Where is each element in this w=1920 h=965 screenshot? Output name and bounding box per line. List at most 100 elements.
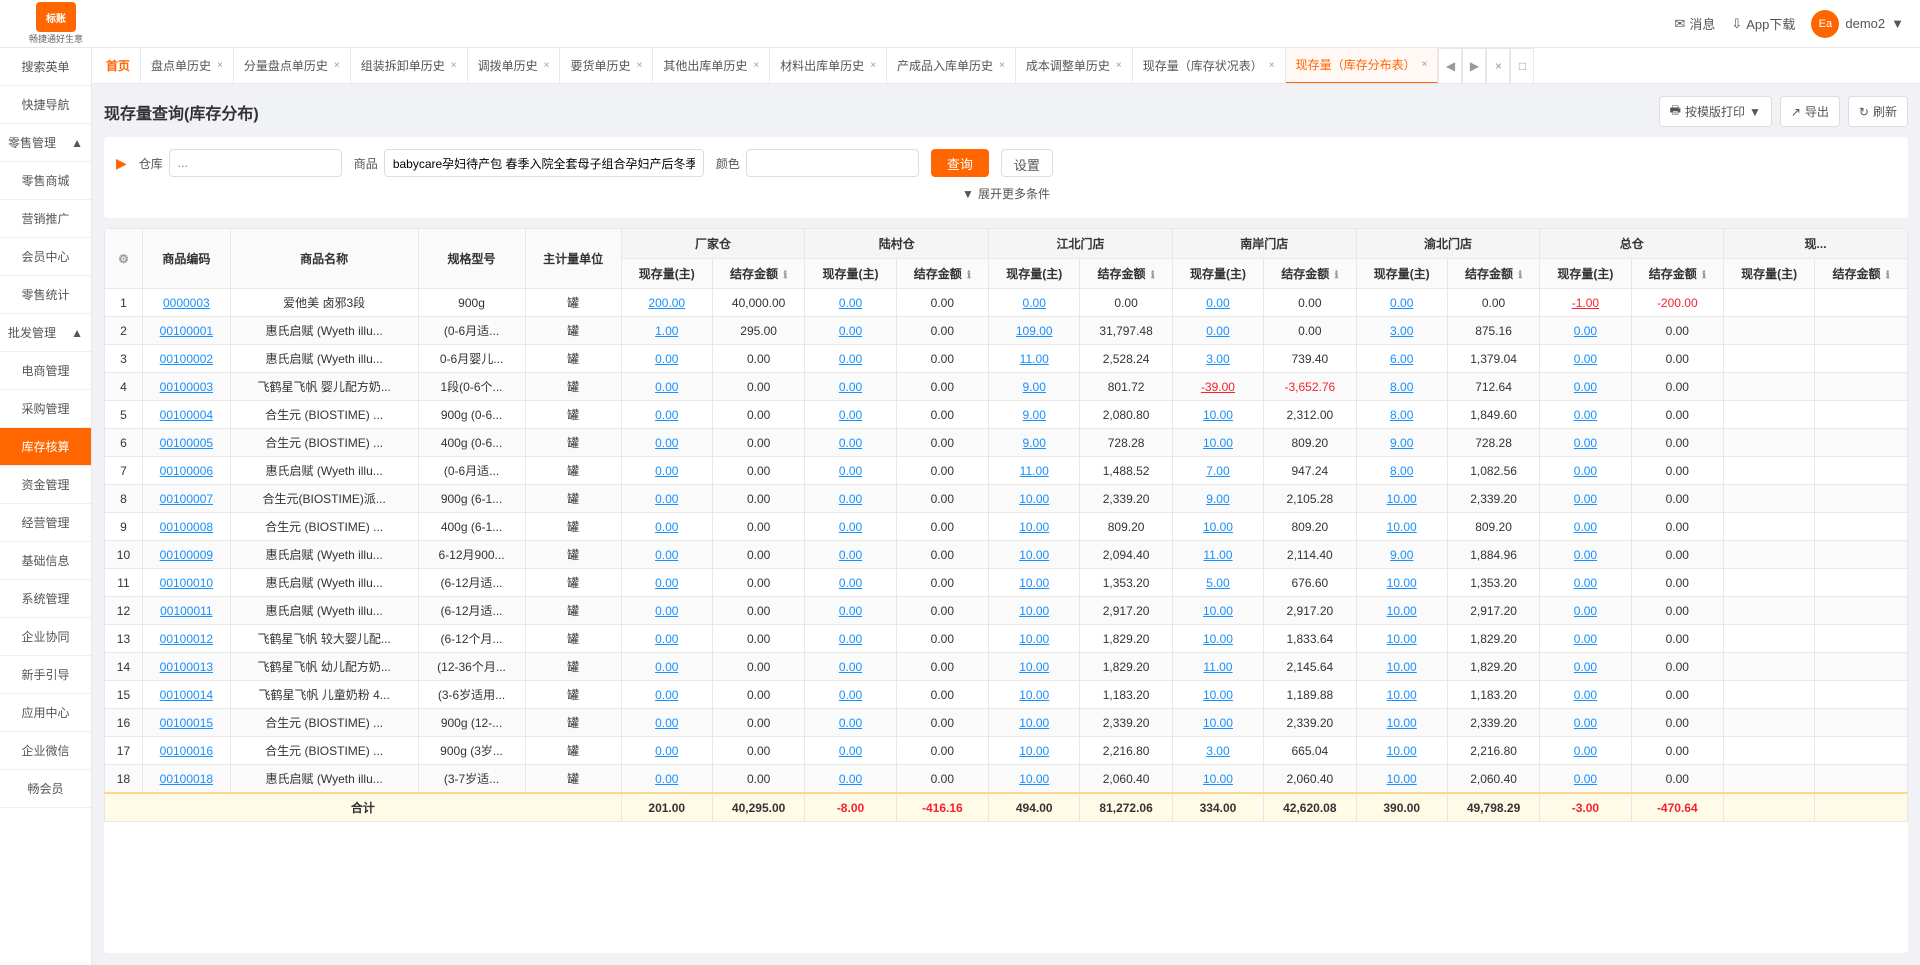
cell-jb-qty[interactable]: 10.00 — [989, 765, 1080, 794]
close-icon3[interactable]: × — [451, 60, 457, 71]
settings-icon[interactable]: ⚙ — [118, 252, 129, 266]
cell-jb-qty[interactable]: 10.00 — [989, 737, 1080, 765]
cell-code[interactable]: 00100015 — [142, 709, 230, 737]
cell-jb-qty[interactable]: 9.00 — [989, 373, 1080, 401]
sidebar-item-appcenter[interactable]: 应用中心 — [0, 694, 91, 732]
cell-total-qty[interactable]: 0.00 — [1540, 765, 1631, 794]
cell-jb-qty[interactable]: 10.00 — [989, 625, 1080, 653]
sidebar-item-basics[interactable]: 基础信息 — [0, 542, 91, 580]
cell-code[interactable]: 00100006 — [142, 457, 230, 485]
cell-yb-qty[interactable]: 8.00 — [1356, 457, 1447, 485]
cell-yb-qty[interactable]: 10.00 — [1356, 625, 1447, 653]
cell-l-qty[interactable]: 0.00 — [805, 373, 896, 401]
cell-total-qty[interactable]: 0.00 — [1540, 597, 1631, 625]
tab-prev-btn[interactable]: ◀ — [1438, 48, 1462, 84]
cell-total-qty[interactable]: 0.00 — [1540, 485, 1631, 513]
cell-yb-qty[interactable]: 10.00 — [1356, 513, 1447, 541]
cell-na-qty[interactable]: 10.00 — [1172, 401, 1263, 429]
color-input[interactable] — [746, 149, 919, 177]
cell-l-qty[interactable]: 0.00 — [805, 401, 896, 429]
cell-total-qty[interactable]: 0.00 — [1540, 737, 1631, 765]
cell-yb-qty[interactable]: 10.00 — [1356, 485, 1447, 513]
cell-yb-qty[interactable]: 10.00 — [1356, 737, 1447, 765]
cell-na-qty[interactable]: -39.00 — [1172, 373, 1263, 401]
cell-na-qty[interactable]: 10.00 — [1172, 709, 1263, 737]
cell-total-qty[interactable]: 0.00 — [1540, 317, 1631, 345]
cell-f-qty[interactable]: 0.00 — [621, 541, 712, 569]
cell-l-qty[interactable]: 0.00 — [805, 485, 896, 513]
tab-expand-btn[interactable]: □ — [1510, 48, 1534, 84]
print-btn[interactable]: 🖶 按模版打印 ▼ — [1659, 96, 1772, 127]
cell-total-qty[interactable]: 0.00 — [1540, 709, 1631, 737]
cell-jb-qty[interactable]: 10.00 — [989, 709, 1080, 737]
sidebar-item-member2[interactable]: 畅会员 — [0, 770, 91, 808]
cell-yb-qty[interactable]: 3.00 — [1356, 317, 1447, 345]
sidebar-item-operations[interactable]: 经营管理 — [0, 504, 91, 542]
cell-code[interactable]: 00100007 — [142, 485, 230, 513]
cell-yb-qty[interactable]: 8.00 — [1356, 373, 1447, 401]
cell-code[interactable]: 00100002 — [142, 345, 230, 373]
cell-na-qty[interactable]: 10.00 — [1172, 429, 1263, 457]
cell-f-qty[interactable]: 0.00 — [621, 653, 712, 681]
cell-total-qty[interactable]: 0.00 — [1540, 569, 1631, 597]
cell-l-qty[interactable]: 0.00 — [805, 429, 896, 457]
tab-assembly[interactable]: 组装拆卸单历史 × — [351, 48, 468, 84]
cell-code[interactable]: 00100018 — [142, 765, 230, 794]
cell-code[interactable]: 00100008 — [142, 513, 230, 541]
sidebar-item-retail[interactable]: 零售管理 ▲ — [0, 124, 91, 162]
cell-l-qty[interactable]: 0.00 — [805, 569, 896, 597]
cell-total-qty[interactable]: 0.00 — [1540, 401, 1631, 429]
cell-na-qty[interactable]: 3.00 — [1172, 737, 1263, 765]
cell-code[interactable]: 00100009 — [142, 541, 230, 569]
cell-code[interactable]: 00100013 — [142, 653, 230, 681]
tab-partial-check[interactable]: 分量盘点单历史 × — [234, 48, 351, 84]
cell-l-qty[interactable]: 0.00 — [805, 625, 896, 653]
cell-yb-qty[interactable]: 10.00 — [1356, 597, 1447, 625]
tab-material[interactable]: 材料出库单历史 × — [770, 48, 887, 84]
cell-l-qty[interactable]: 0.00 — [805, 709, 896, 737]
cell-l-qty[interactable]: 0.00 — [805, 765, 896, 794]
close-icon6[interactable]: × — [753, 60, 759, 71]
tab-inventory-check[interactable]: 盘点单历史 × — [141, 48, 234, 84]
cell-na-qty[interactable]: 9.00 — [1172, 485, 1263, 513]
cell-na-qty[interactable]: 11.00 — [1172, 653, 1263, 681]
cell-total-qty[interactable]: 0.00 — [1540, 345, 1631, 373]
cell-total-qty[interactable]: 0.00 — [1540, 373, 1631, 401]
sidebar-item-ecommerce[interactable]: 电商管理 — [0, 352, 91, 390]
cell-yb-qty[interactable]: 0.00 — [1356, 289, 1447, 317]
cell-jb-qty[interactable]: 9.00 — [989, 401, 1080, 429]
cell-na-qty[interactable]: 10.00 — [1172, 625, 1263, 653]
goods-input[interactable] — [384, 149, 704, 177]
cell-f-qty[interactable]: 0.00 — [621, 709, 712, 737]
cell-na-qty[interactable]: 0.00 — [1172, 289, 1263, 317]
tab-home[interactable]: 首页 — [96, 48, 141, 84]
cell-l-qty[interactable]: 0.00 — [805, 681, 896, 709]
cell-total-qty[interactable]: 0.00 — [1540, 681, 1631, 709]
cell-l-qty[interactable]: 0.00 — [805, 737, 896, 765]
cell-l-qty[interactable]: 0.00 — [805, 317, 896, 345]
cell-code[interactable]: 00100001 — [142, 317, 230, 345]
cell-f-qty[interactable]: 0.00 — [621, 429, 712, 457]
cell-total-qty[interactable]: 0.00 — [1540, 429, 1631, 457]
cell-l-qty[interactable]: 0.00 — [805, 457, 896, 485]
cell-f-qty[interactable]: 1.00 — [621, 317, 712, 345]
sidebar-item-quicknav[interactable]: 快捷导航 — [0, 86, 91, 124]
cell-total-qty[interactable]: 0.00 — [1540, 541, 1631, 569]
sidebar-item-wholesale[interactable]: 批发管理 ▲ — [0, 314, 91, 352]
cell-na-qty[interactable]: 10.00 — [1172, 765, 1263, 794]
cell-total-qty[interactable]: 0.00 — [1540, 653, 1631, 681]
cell-code[interactable]: 00100016 — [142, 737, 230, 765]
cell-jb-qty[interactable]: 10.00 — [989, 569, 1080, 597]
cell-jb-qty[interactable]: 109.00 — [989, 317, 1080, 345]
cell-l-qty[interactable]: 0.00 — [805, 289, 896, 317]
cell-yb-qty[interactable]: 10.00 — [1356, 569, 1447, 597]
cell-f-qty[interactable]: 0.00 — [621, 513, 712, 541]
sidebar-item-retailstat[interactable]: 零售统计 — [0, 276, 91, 314]
cell-f-qty[interactable]: 0.00 — [621, 737, 712, 765]
collapse-arrow[interactable]: ▶ — [116, 155, 127, 172]
cell-jb-qty[interactable]: 10.00 — [989, 681, 1080, 709]
cell-code[interactable]: 00100012 — [142, 625, 230, 653]
sidebar-item-newguide[interactable]: 新手引导 — [0, 656, 91, 694]
cell-yb-qty[interactable]: 10.00 — [1356, 709, 1447, 737]
cell-yb-qty[interactable]: 6.00 — [1356, 345, 1447, 373]
